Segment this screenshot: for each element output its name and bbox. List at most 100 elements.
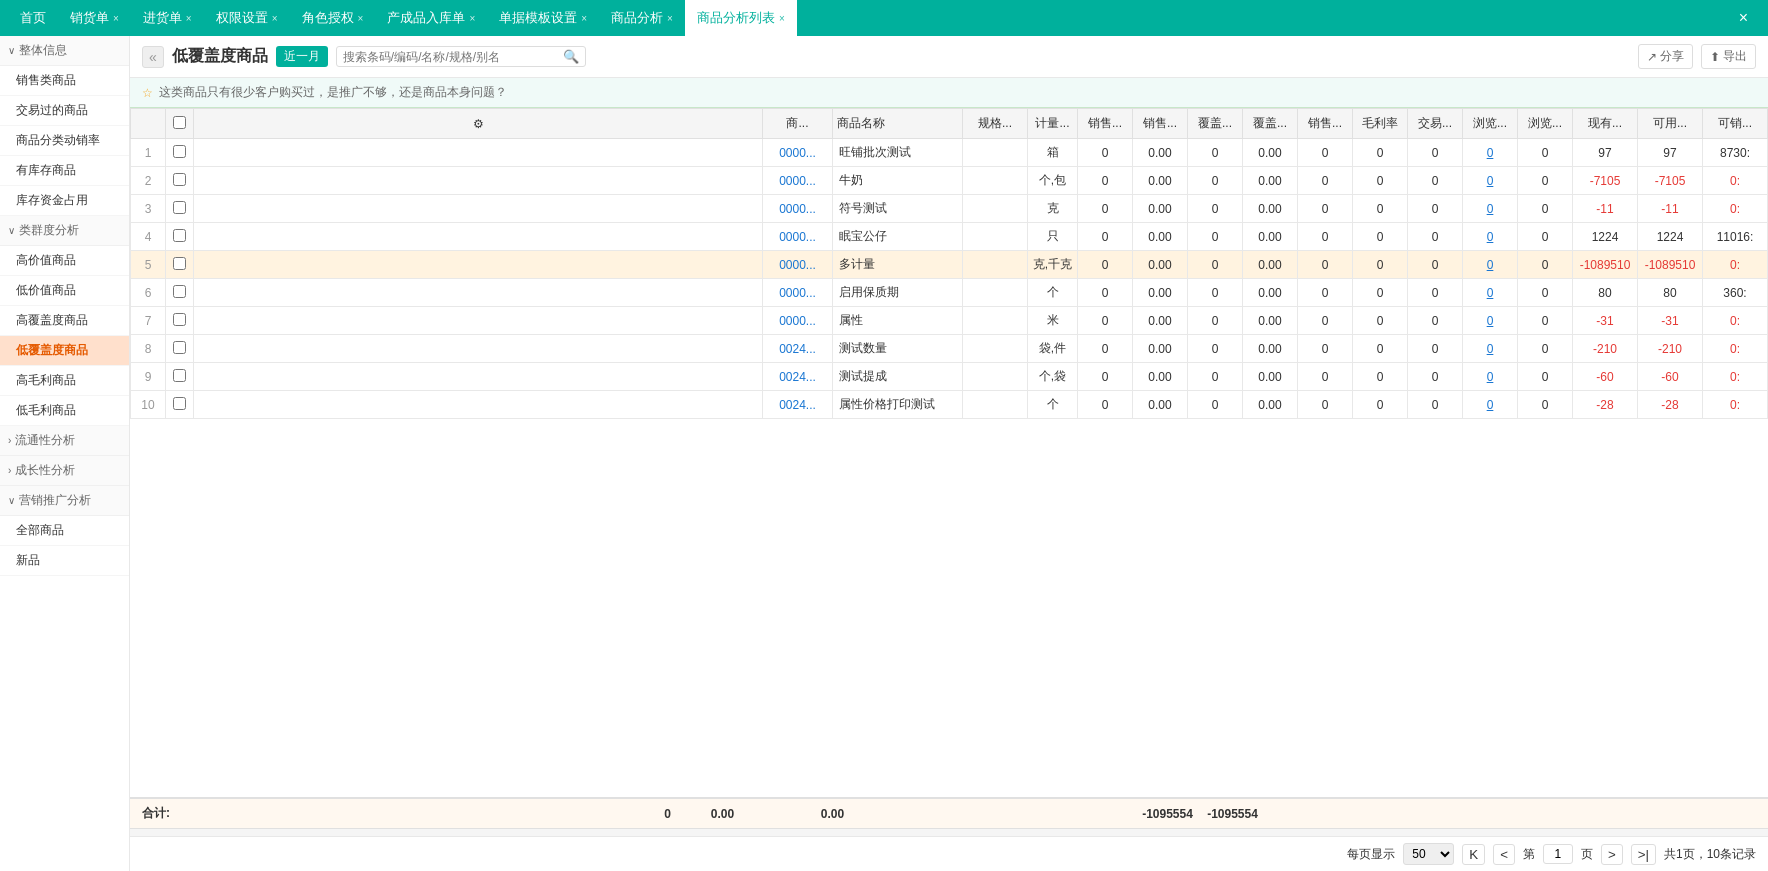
table-wrapper[interactable]: ⚙ 商... 商品名称 规格... 计量... 销售... 销售... 覆盖..… — [130, 108, 1768, 797]
nav-item-production[interactable]: 产成品入库单 × — [375, 0, 487, 36]
th-cover2[interactable]: 覆盖... — [1243, 109, 1298, 139]
time-filter-button[interactable]: 近一月 — [276, 46, 328, 67]
sidebar-item-high-gross[interactable]: 高毛利商品 — [0, 366, 129, 396]
nav-close-purchase[interactable]: × — [186, 13, 192, 24]
export-icon: ⬆ — [1710, 50, 1720, 64]
sidebar-item-sales-goods[interactable]: 销售类商品 — [0, 66, 129, 96]
th-name[interactable]: 商品名称 — [833, 109, 963, 139]
page-size-select[interactable]: 50 100 200 — [1403, 843, 1454, 865]
th-gross-rate[interactable]: 毛利率 — [1353, 109, 1408, 139]
top-nav: 首页 销货单 × 进货单 × 权限设置 × 角色授权 × 产成品入库单 × 单据… — [0, 0, 1768, 36]
table-row: 70000...属性米00.0000.0000000-31-310: — [131, 307, 1768, 335]
table-row: 40000...眠宝公仔只00.0000.0000000122412241101… — [131, 223, 1768, 251]
sidebar-item-in-stock[interactable]: 有库存商品 — [0, 156, 129, 186]
table-row: 20000...牛奶个,包00.0000.0000000-7105-71050: — [131, 167, 1768, 195]
pagination-bar: 每页显示 50 100 200 K < 第 页 > >| 共1页，10条记录 — [130, 836, 1768, 871]
total-records-label: 共1页，10条记录 — [1664, 846, 1756, 863]
last-page-button[interactable]: >| — [1631, 844, 1656, 865]
th-code[interactable]: 商... — [763, 109, 833, 139]
sidebar-item-low-value[interactable]: 低价值商品 — [0, 276, 129, 306]
nav-item-home[interactable]: 首页 — [8, 0, 58, 36]
content-header: « 低覆盖度商品 近一月 🔍 ↗ 分享 ⬆ 导出 — [130, 36, 1768, 78]
nav-item-analysis[interactable]: 商品分析 × — [599, 0, 685, 36]
th-sales-count[interactable]: 销售... — [1078, 109, 1133, 139]
table-row: 80024...测试数量袋,件00.0000.0000000-210-2100: — [131, 335, 1768, 363]
sidebar-item-all-goods[interactable]: 全部商品 — [0, 516, 129, 546]
footer-sales-amt: 0.00 — [695, 807, 750, 821]
th-txn[interactable]: 交易... — [1408, 109, 1463, 139]
table-row: 60000...启用保质期个00.0000.00000008080360: — [131, 279, 1768, 307]
footer-curr-stock: -1095554 — [1135, 807, 1200, 821]
sidebar-section-cluster[interactable]: ∨ 类群度分析 — [0, 216, 129, 246]
sidebar-item-high-coverage[interactable]: 高覆盖度商品 — [0, 306, 129, 336]
sidebar-item-category-rate[interactable]: 商品分类动销率 — [0, 126, 129, 156]
th-view1[interactable]: 浏览... — [1463, 109, 1518, 139]
select-all-checkbox[interactable] — [173, 116, 186, 129]
collapse-marketing-icon: ∨ — [8, 495, 15, 506]
nav-close-production[interactable]: × — [469, 13, 475, 24]
th-num — [131, 109, 166, 139]
info-icon: ☆ — [142, 86, 153, 100]
prev-page-button[interactable]: < — [1493, 844, 1515, 865]
next-page-button[interactable]: > — [1601, 844, 1623, 865]
nav-item-sales[interactable]: 销货单 × — [58, 0, 131, 36]
nav-item-template[interactable]: 单据模板设置 × — [487, 0, 599, 36]
sidebar-section-growth[interactable]: › 成长性分析 — [0, 456, 129, 486]
collapse-sidebar-button[interactable]: « — [142, 46, 164, 68]
sidebar-item-high-value[interactable]: 高价值商品 — [0, 246, 129, 276]
th-unit[interactable]: 计量... — [1028, 109, 1078, 139]
content-area: « 低覆盖度商品 近一月 🔍 ↗ 分享 ⬆ 导出 ☆ 这类商品只有很少客户购买过… — [130, 36, 1768, 871]
table-row: 90024...测试提成个,袋00.0000.0000000-60-600: — [131, 363, 1768, 391]
nav-close-roles[interactable]: × — [358, 13, 364, 24]
page-number-input[interactable] — [1543, 844, 1573, 864]
nav-close-analysis[interactable]: × — [667, 13, 673, 24]
th-cover1[interactable]: 覆盖... — [1188, 109, 1243, 139]
sidebar-item-traded-goods[interactable]: 交易过的商品 — [0, 96, 129, 126]
table-footer: 合计: 0 0.00 0.00 -1095554 -1095554 — [130, 797, 1768, 828]
nav-close-permissions[interactable]: × — [272, 13, 278, 24]
table-row: 100024...属性价格打印测试个00.0000.0000000-28-280… — [131, 391, 1768, 419]
scrollbar-area[interactable] — [130, 828, 1768, 836]
page-of-label: 页 — [1581, 846, 1593, 863]
th-check[interactable] — [166, 109, 194, 139]
page-size-label: 每页显示 — [1347, 846, 1395, 863]
nav-item-purchase[interactable]: 进货单 × — [131, 0, 204, 36]
footer-cover2: 0.00 — [805, 807, 860, 821]
sidebar-section-liquidity[interactable]: › 流通性分析 — [0, 426, 129, 456]
search-icon[interactable]: 🔍 — [563, 49, 579, 64]
th-sellable[interactable]: 可销... — [1703, 109, 1768, 139]
sidebar-item-low-gross[interactable]: 低毛利商品 — [0, 396, 129, 426]
th-view2[interactable]: 浏览... — [1518, 109, 1573, 139]
th-avail-stock[interactable]: 可用... — [1638, 109, 1703, 139]
th-spec[interactable]: 规格... — [963, 109, 1028, 139]
page-label: 第 — [1523, 846, 1535, 863]
first-page-button[interactable]: K — [1462, 844, 1485, 865]
share-icon: ↗ — [1647, 50, 1657, 64]
nav-close-sales[interactable]: × — [113, 13, 119, 24]
sidebar: ∨ 整体信息 销售类商品 交易过的商品 商品分类动销率 有库存商品 库存资金占用… — [0, 36, 130, 871]
th-curr-stock[interactable]: 现有... — [1573, 109, 1638, 139]
nav-item-roles[interactable]: 角色授权 × — [290, 0, 376, 36]
th-settings[interactable]: ⚙ — [194, 109, 763, 139]
sidebar-item-low-coverage[interactable]: 低覆盖度商品 — [0, 336, 129, 366]
page-title: 低覆盖度商品 — [172, 46, 268, 67]
info-text: 这类商品只有很少客户购买过，是推广不够，还是商品本身问题？ — [159, 84, 507, 101]
sidebar-item-stock-capital[interactable]: 库存资金占用 — [0, 186, 129, 216]
share-button[interactable]: ↗ 分享 — [1638, 44, 1693, 69]
window-close-button[interactable]: × — [1727, 0, 1760, 36]
collapse-icon: ∨ — [8, 45, 15, 56]
nav-item-analysis-list[interactable]: 商品分析列表 × — [685, 0, 797, 36]
export-button[interactable]: ⬆ 导出 — [1701, 44, 1756, 69]
sidebar-section-overall[interactable]: ∨ 整体信息 — [0, 36, 129, 66]
search-input[interactable] — [343, 50, 563, 64]
nav-close-template[interactable]: × — [581, 13, 587, 24]
nav-item-permissions[interactable]: 权限设置 × — [204, 0, 290, 36]
sidebar-item-new-goods[interactable]: 新品 — [0, 546, 129, 576]
th-sales-amt[interactable]: 销售... — [1133, 109, 1188, 139]
th-sales-days[interactable]: 销售... — [1298, 109, 1353, 139]
table-row: 10000...旺铺批次测试箱00.0000.000000097978730: — [131, 139, 1768, 167]
table-header-row: ⚙ 商... 商品名称 规格... 计量... 销售... 销售... 覆盖..… — [131, 109, 1768, 139]
nav-close-analysis-list[interactable]: × — [779, 13, 785, 24]
sidebar-section-marketing[interactable]: ∨ 营销推广分析 — [0, 486, 129, 516]
table-body: 10000...旺铺批次测试箱00.0000.000000097978730:2… — [131, 139, 1768, 419]
